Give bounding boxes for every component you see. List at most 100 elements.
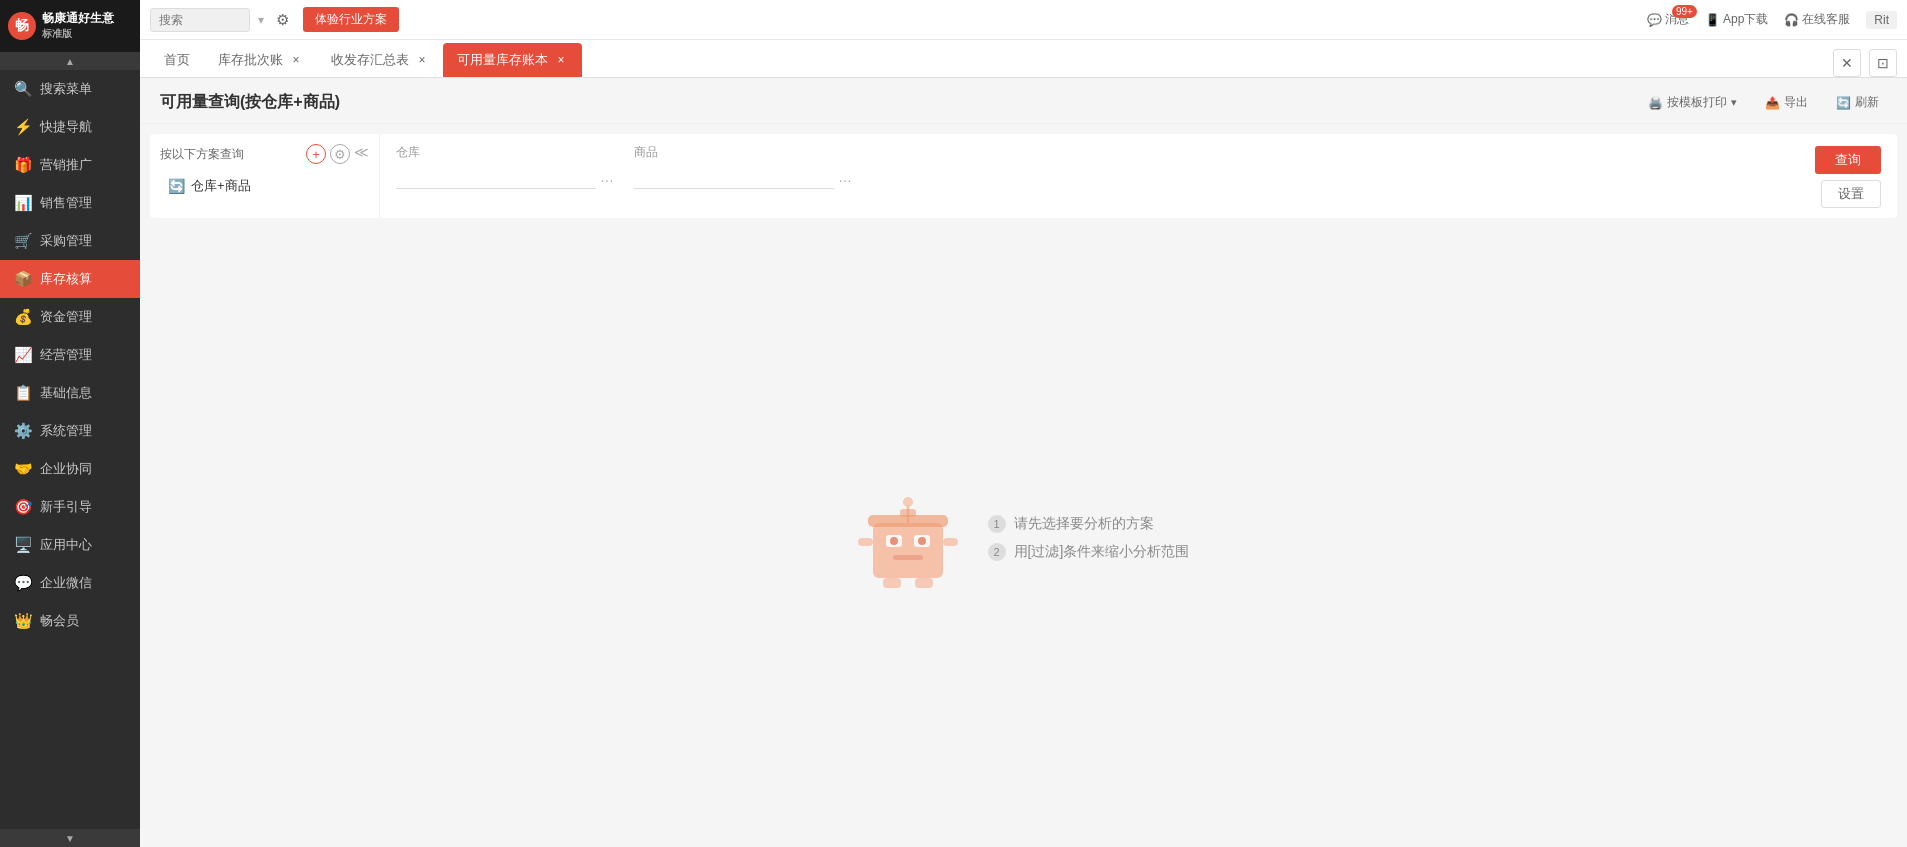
sidebar-item-operations[interactable]: 📈 经营管理 bbox=[0, 336, 140, 374]
sidebar: 畅 畅康通好生意 标准版 ▲ 🔍 搜索菜单 ⚡ 快捷导航 🎁 营销推广 📊 销售… bbox=[0, 0, 140, 847]
window-close-button[interactable]: ✕ bbox=[1833, 49, 1861, 77]
goods-field: 商品 … bbox=[634, 144, 852, 189]
chevron-down-icon[interactable]: ▾ bbox=[258, 13, 264, 27]
svg-rect-1 bbox=[878, 528, 938, 573]
tab-batch-ledger-label: 库存批次账 bbox=[218, 51, 283, 69]
content-area: 可用量查询(按仓库+商品) 🖨️ 按模板打印 ▾ 📤 导出 🔄 刷新 bbox=[140, 78, 1907, 847]
warehouse-input[interactable] bbox=[396, 165, 596, 189]
sidebar-item-finance[interactable]: 💰 资金管理 bbox=[0, 298, 140, 336]
sidebar-item-appstore[interactable]: 🖥️ 应用中心 bbox=[0, 526, 140, 564]
svg-rect-10 bbox=[943, 538, 958, 546]
sidebar-label-system: 系统管理 bbox=[40, 422, 92, 440]
sidebar-label-finance: 资金管理 bbox=[40, 308, 92, 326]
refresh-label: 刷新 bbox=[1855, 94, 1879, 111]
sidebar-label-sales: 销售管理 bbox=[40, 194, 92, 212]
service-icon: 🎧 bbox=[1784, 13, 1799, 27]
svg-point-8 bbox=[903, 497, 913, 507]
svg-rect-9 bbox=[858, 538, 873, 546]
main-area: ▾ ⚙ 体验行业方案 💬 消息 99+ 📱 App下载 🎧 在线客服 Rit 首… bbox=[140, 0, 1907, 847]
goods-input[interactable] bbox=[634, 165, 834, 189]
svg-rect-11 bbox=[883, 578, 901, 588]
trial-button[interactable]: 体验行业方案 bbox=[303, 7, 399, 32]
empty-robot-illustration bbox=[858, 488, 958, 588]
export-button[interactable]: 📤 导出 bbox=[1757, 90, 1816, 115]
sidebar-item-sales[interactable]: 📊 销售管理 bbox=[0, 184, 140, 222]
empty-tip-1: 1 请先选择要分析的方案 bbox=[988, 515, 1190, 533]
sidebar-item-vip[interactable]: 👑 畅会员 bbox=[0, 602, 140, 640]
add-scheme-button[interactable]: + bbox=[306, 144, 326, 164]
query-scheme-header: 按以下方案查询 + ⚙ ≪ bbox=[160, 144, 369, 164]
sidebar-item-search[interactable]: 🔍 搜索菜单 bbox=[0, 70, 140, 108]
topbar-gear-icon[interactable]: ⚙ bbox=[276, 11, 289, 29]
tab-recv-summary-close[interactable]: × bbox=[415, 53, 429, 67]
phone-icon: 📱 bbox=[1705, 13, 1720, 27]
print-label: 按模板打印 bbox=[1667, 94, 1727, 111]
money-icon: 💰 bbox=[14, 308, 32, 326]
refresh-button[interactable]: 🔄 刷新 bbox=[1828, 90, 1887, 115]
app-download-button[interactable]: 📱 App下载 bbox=[1705, 11, 1768, 28]
tab-available-ledger[interactable]: 可用量库存账本 × bbox=[443, 43, 582, 77]
query-button[interactable]: 查询 bbox=[1815, 146, 1881, 174]
tab-available-ledger-close[interactable]: × bbox=[554, 53, 568, 67]
lightning-icon: ⚡ bbox=[14, 118, 32, 136]
scheme-item-warehouse-goods[interactable]: 🔄 仓库+商品 bbox=[160, 172, 369, 200]
tab-batch-ledger-close[interactable]: × bbox=[289, 53, 303, 67]
tab-recv-summary[interactable]: 收发存汇总表 × bbox=[317, 43, 443, 77]
svg-rect-12 bbox=[915, 578, 933, 588]
message-button[interactable]: 💬 消息 99+ bbox=[1647, 11, 1689, 28]
sidebar-item-purchase[interactable]: 🛒 采购管理 bbox=[0, 222, 140, 260]
scheme-item-label: 仓库+商品 bbox=[191, 177, 251, 195]
tip-text-2: 用[过滤]条件来缩小分析范围 bbox=[1014, 543, 1190, 561]
warehouse-label: 仓库 bbox=[396, 144, 614, 161]
sidebar-label-vip: 畅会员 bbox=[40, 612, 79, 630]
scheme-settings-button[interactable]: ⚙ bbox=[330, 144, 350, 164]
sidebar-label-basics: 基础信息 bbox=[40, 384, 92, 402]
breadcrumb-input[interactable] bbox=[150, 8, 250, 32]
print-chevron-icon[interactable]: ▾ bbox=[1731, 96, 1737, 109]
sidebar-item-shortcut[interactable]: ⚡ 快捷导航 bbox=[0, 108, 140, 146]
svg-point-5 bbox=[918, 537, 926, 545]
target-icon: 🎯 bbox=[14, 498, 32, 516]
svg-point-4 bbox=[890, 537, 898, 545]
svg-rect-6 bbox=[893, 555, 923, 560]
sidebar-item-wechat[interactable]: 💬 企业微信 bbox=[0, 564, 140, 602]
svg-rect-14 bbox=[900, 509, 916, 517]
crown-icon: 👑 bbox=[14, 612, 32, 630]
scheme-actions: + ⚙ ≪ bbox=[306, 144, 369, 164]
sidebar-item-inventory[interactable]: 📦 库存核算 bbox=[0, 260, 140, 298]
window-maximize-button[interactable]: ⊡ bbox=[1869, 49, 1897, 77]
sidebar-item-basics[interactable]: 📋 基础信息 bbox=[0, 374, 140, 412]
tab-recv-summary-label: 收发存汇总表 bbox=[331, 51, 409, 69]
sidebar-item-newbie[interactable]: 🎯 新手引导 bbox=[0, 488, 140, 526]
export-label: 导出 bbox=[1784, 94, 1808, 111]
page-header-right: 🖨️ 按模板打印 ▾ 📤 导出 🔄 刷新 bbox=[1640, 90, 1887, 115]
handshake-icon: 🤝 bbox=[14, 460, 32, 478]
warehouse-more-button[interactable]: … bbox=[600, 169, 614, 185]
page-title: 可用量查询(按仓库+商品) bbox=[160, 92, 340, 113]
tip-text-1: 请先选择要分析的方案 bbox=[1014, 515, 1154, 533]
sidebar-item-system[interactable]: ⚙️ 系统管理 bbox=[0, 412, 140, 450]
sidebar-scroll-down[interactable]: ▼ bbox=[0, 829, 140, 847]
print-button[interactable]: 🖨️ 按模板打印 ▾ bbox=[1640, 90, 1745, 115]
gift-icon: 🎁 bbox=[14, 156, 32, 174]
sidebar-label-wechat: 企业微信 bbox=[40, 574, 92, 592]
sidebar-item-enterprise[interactable]: 🤝 企业协同 bbox=[0, 450, 140, 488]
user-button[interactable]: Rit bbox=[1866, 11, 1897, 29]
tab-batch-ledger[interactable]: 库存批次账 × bbox=[204, 43, 317, 77]
settings-button[interactable]: 设置 bbox=[1821, 180, 1881, 208]
export-icon: 📤 bbox=[1765, 96, 1780, 110]
sidebar-scroll-up[interactable]: ▲ bbox=[0, 52, 140, 70]
scheme-header-label: 按以下方案查询 bbox=[160, 146, 244, 163]
sidebar-logo: 畅 bbox=[8, 12, 36, 40]
query-buttons: 查询 设置 bbox=[1815, 144, 1881, 208]
collapse-icon[interactable]: ≪ bbox=[354, 144, 369, 164]
tab-home[interactable]: 首页 bbox=[150, 43, 204, 77]
online-service-button[interactable]: 🎧 在线客服 bbox=[1784, 11, 1850, 28]
app-title: 畅康通好生意 bbox=[42, 11, 114, 27]
tab-home-label: 首页 bbox=[164, 51, 190, 69]
goods-label: 商品 bbox=[634, 144, 852, 161]
sidebar-item-marketing[interactable]: 🎁 营销推广 bbox=[0, 146, 140, 184]
tab-available-ledger-label: 可用量库存账本 bbox=[457, 51, 548, 69]
goods-more-button[interactable]: … bbox=[838, 169, 852, 185]
refresh-icon: 🔄 bbox=[1836, 96, 1851, 110]
